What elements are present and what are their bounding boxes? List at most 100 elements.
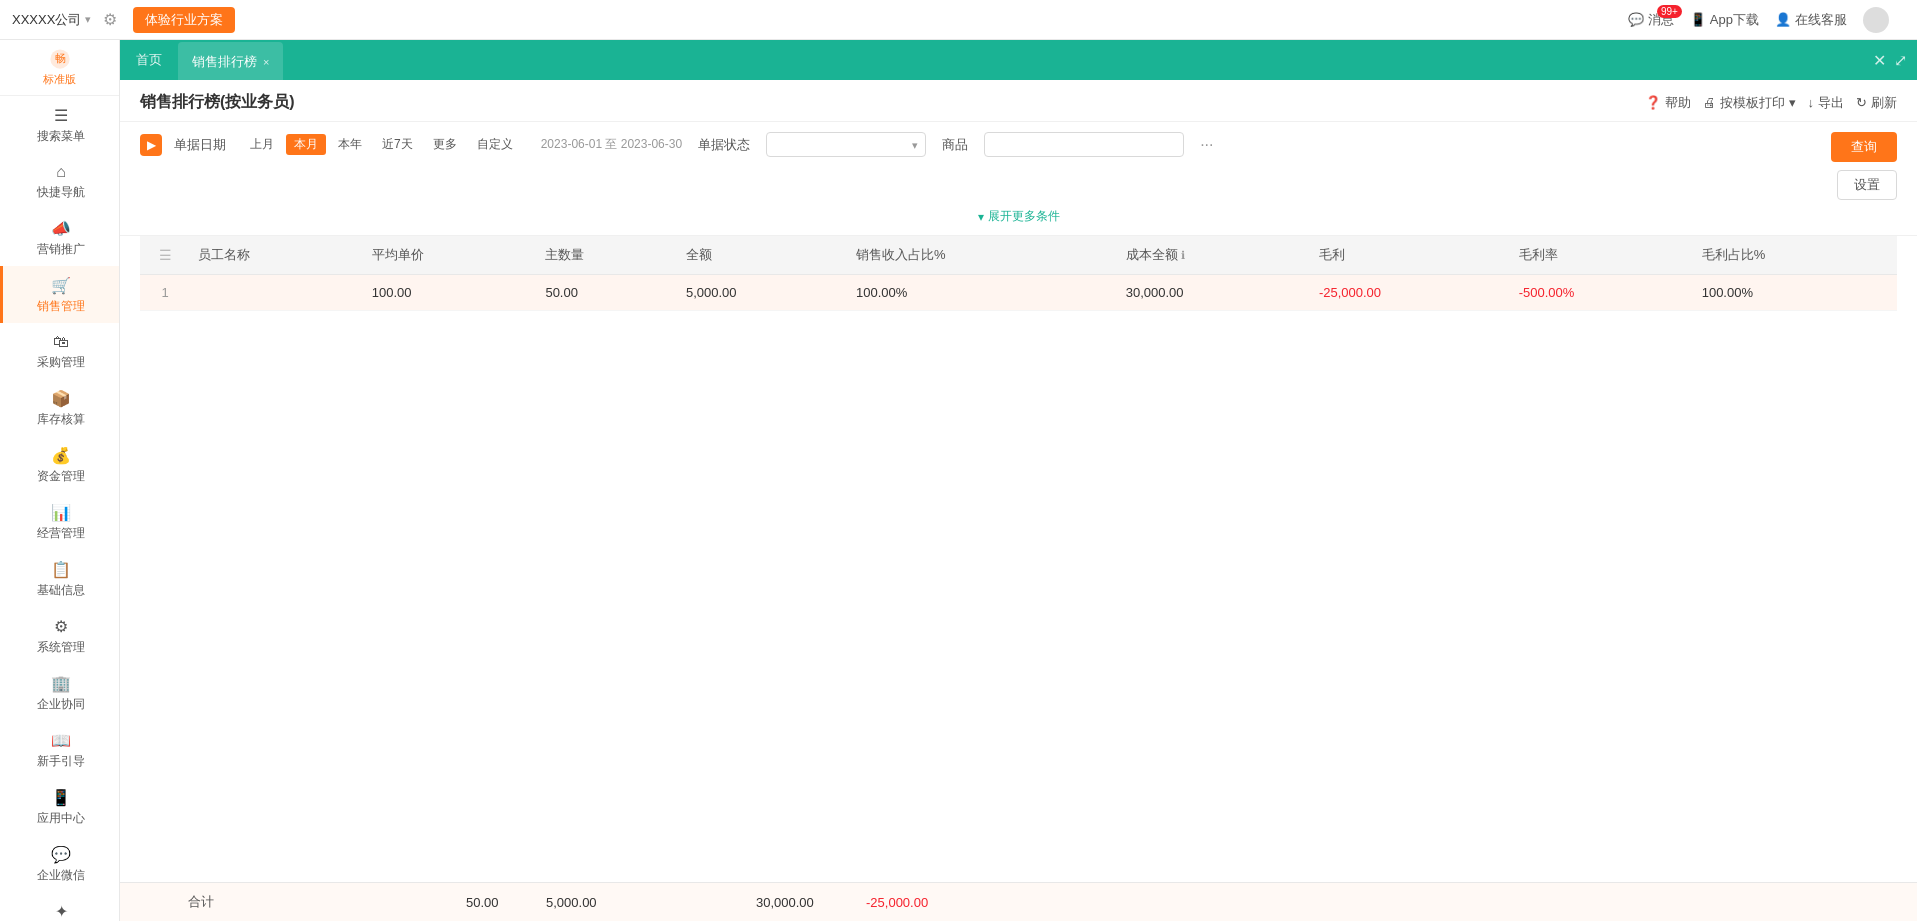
sidebar-logo-text: 标准版 xyxy=(43,72,76,87)
print-chevron-icon: ▾ xyxy=(1789,95,1796,110)
sidebar-item-enterprise[interactable]: 🏢 企业协同 xyxy=(0,664,119,721)
sidebar: 畅 标准版 ☰ 搜索菜单 ⌂ 快捷导航 📣 营销推广 🛒 销售管理 🛍 采购管理… xyxy=(0,40,120,921)
sidebar-item-label: 新手引导 xyxy=(37,753,85,770)
guide-icon: 📖 xyxy=(51,731,71,750)
settings-button[interactable]: 设置 xyxy=(1837,170,1897,200)
date-tabs: 上月 本月 本年 近7天 更多 自定义 xyxy=(242,134,521,155)
goods-more-icon[interactable]: ··· xyxy=(1200,136,1213,154)
sidebar-item-nav[interactable]: ⌂ 快捷导航 xyxy=(0,153,119,209)
sidebar-item-wechat[interactable]: 💬 企业微信 xyxy=(0,835,119,892)
page-header: 销售排行榜(按业务员) ❓ 帮助 🖨 按模板打印 ▾ ↓ 导出 ↻ 刷新 xyxy=(120,80,1917,122)
tab-maximize-icon[interactable]: ⤢ xyxy=(1894,51,1907,70)
refresh-icon: ↻ xyxy=(1856,95,1867,110)
footer-total: 5,000.00 xyxy=(538,895,638,910)
sidebar-item-operations[interactable]: 📊 经营管理 xyxy=(0,493,119,550)
sidebar-item-guide[interactable]: 📖 新手引导 xyxy=(0,721,119,778)
cell-rank: 1 xyxy=(140,275,190,311)
date-tab-last-month[interactable]: 上月 xyxy=(242,134,282,155)
system-icon: ⚙ xyxy=(54,617,68,636)
sidebar-item-system[interactable]: ⚙ 系统管理 xyxy=(0,607,119,664)
sidebar-item-finance[interactable]: 💰 资金管理 xyxy=(0,436,119,493)
topbar-settings-icon[interactable]: ⚙ xyxy=(103,10,117,29)
filter-row-1: 单据日期 上月 本月 本年 近7天 更多 自定义 2023-06-01 至 20… xyxy=(174,132,1819,157)
date-tab-this-month[interactable]: 本月 xyxy=(286,134,326,155)
cell-gross: -25,000.00 xyxy=(1311,275,1511,311)
online-service-button[interactable]: 👤 在线客服 xyxy=(1775,11,1847,29)
sidebar-item-label: 销售管理 xyxy=(37,298,85,315)
tab-home[interactable]: 首页 xyxy=(120,40,178,80)
status-select-wrap xyxy=(766,132,926,157)
footer-total-label: 合计 xyxy=(188,893,368,911)
expand-more-label: 展开更多条件 xyxy=(988,208,1060,225)
footer-cost: 30,000.00 xyxy=(748,895,858,910)
app-download-button[interactable]: 📱 App下载 xyxy=(1690,11,1759,29)
column-settings-icon[interactable]: ☰ xyxy=(159,247,172,263)
sidebar-item-marketing[interactable]: 📣 营销推广 xyxy=(0,209,119,266)
content-area: 首页 销售排行榜 × ✕ ⤢ 销售排行榜(按业务员) ❓ 帮助 🖨 按模板打印 xyxy=(120,40,1917,921)
sidebar-item-label: 营销推广 xyxy=(37,241,85,258)
date-tab-this-year[interactable]: 本年 xyxy=(330,134,370,155)
expand-more-button[interactable]: ▾ 展开更多条件 xyxy=(140,208,1897,225)
help-icon: ❓ xyxy=(1645,95,1661,110)
query-button[interactable]: 查询 xyxy=(1831,132,1897,162)
export-button[interactable]: ↓ 导出 xyxy=(1808,94,1845,112)
date-tab-more[interactable]: 更多 xyxy=(425,134,465,155)
table-header-row: ☰ 员工名称 平均单价 主数量 全额 销售收入占比% 成本全额 ℹ 毛利 毛利率… xyxy=(140,236,1897,275)
sidebar-item-basic[interactable]: 📋 基础信息 xyxy=(0,550,119,607)
sidebar-item-purchase[interactable]: 🛍 采购管理 xyxy=(0,323,119,379)
finance-icon: 💰 xyxy=(51,446,71,465)
company-selector[interactable]: XXXXX公司 ▾ xyxy=(12,11,91,29)
cell-sales-pct: 100.00% xyxy=(848,275,1118,311)
refresh-button[interactable]: ↻ 刷新 xyxy=(1856,94,1897,112)
inventory-icon: 📦 xyxy=(51,389,71,408)
topbar-right: 💬 消息 99+ 📱 App下载 👤 在线客服 xyxy=(1628,7,1905,33)
main-layout: 畅 标准版 ☰ 搜索菜单 ⌂ 快捷导航 📣 营销推广 🛒 销售管理 🛍 采购管理… xyxy=(0,40,1917,921)
sidebar-item-member[interactable]: ✦ 畅会员 xyxy=(0,892,119,921)
col-total: 全额 xyxy=(678,236,848,275)
filter-section: ▶ 单据日期 上月 本月 本年 近7天 更多 自定义 xyxy=(140,132,1897,200)
avatar[interactable] xyxy=(1863,7,1889,33)
sidebar-item-label: 采购管理 xyxy=(37,354,85,371)
filter-expand-toggle[interactable]: ▶ xyxy=(140,134,162,156)
message-icon: 💬 xyxy=(1628,12,1644,27)
sidebar-item-label: 经营管理 xyxy=(37,525,85,542)
sidebar-item-label: 快捷导航 xyxy=(37,184,85,201)
sidebar-item-label: 资金管理 xyxy=(37,468,85,485)
cell-main-qty: 50.00 xyxy=(537,275,678,311)
goods-input[interactable] xyxy=(984,132,1184,157)
top-bar: XXXXX公司 ▾ ⚙ 体验行业方案 💬 消息 99+ 📱 App下载 👤 在线… xyxy=(0,0,1917,40)
app-icon: 📱 xyxy=(1690,12,1706,27)
date-tab-7days[interactable]: 近7天 xyxy=(374,134,421,155)
sidebar-item-inventory[interactable]: 📦 库存核算 xyxy=(0,379,119,436)
sidebar-item-sales[interactable]: 🛒 销售管理 xyxy=(0,266,119,323)
print-icon: 🖨 xyxy=(1703,95,1716,110)
status-label: 单据状态 xyxy=(698,136,750,154)
help-label: 帮助 xyxy=(1665,94,1691,112)
tab-sales-ranking[interactable]: 销售排行榜 × xyxy=(178,42,283,82)
cell-gross-rate: -500.00% xyxy=(1511,275,1694,311)
date-range: 2023-06-01 至 2023-06-30 xyxy=(541,136,682,153)
company-name: XXXXX公司 xyxy=(12,11,81,29)
sidebar-item-apps[interactable]: 📱 应用中心 xyxy=(0,778,119,835)
marketing-icon: 📣 xyxy=(51,219,71,238)
footer-main-qty: 50.00 xyxy=(458,895,538,910)
filter-toggle-icon: ▶ xyxy=(147,138,156,152)
date-tab-custom[interactable]: 自定义 xyxy=(469,134,521,155)
message-button[interactable]: 💬 消息 99+ xyxy=(1628,11,1674,29)
table-footer: 合计 50.00 5,000.00 30,000.00 -25,000.00 xyxy=(120,882,1917,921)
apps-icon: 📱 xyxy=(51,788,71,807)
help-button[interactable]: ❓ 帮助 xyxy=(1645,94,1691,112)
cell-total: 5,000.00 xyxy=(678,275,848,311)
goods-label: 商品 xyxy=(942,136,968,154)
trial-button[interactable]: 体验行业方案 xyxy=(133,7,235,33)
sidebar-item-label: 企业协同 xyxy=(37,696,85,713)
sidebar-item-label: 应用中心 xyxy=(37,810,85,827)
tab-close-icon[interactable]: × xyxy=(263,56,269,68)
sidebar-item-search[interactable]: ☰ 搜索菜单 xyxy=(0,96,119,153)
tab-minimize-icon[interactable]: ✕ xyxy=(1873,51,1886,70)
sidebar-item-label: 基础信息 xyxy=(37,582,85,599)
operations-icon: 📊 xyxy=(51,503,71,522)
print-button[interactable]: 🖨 按模板打印 ▾ xyxy=(1703,94,1796,112)
status-select[interactable] xyxy=(766,132,926,157)
enterprise-icon: 🏢 xyxy=(51,674,71,693)
